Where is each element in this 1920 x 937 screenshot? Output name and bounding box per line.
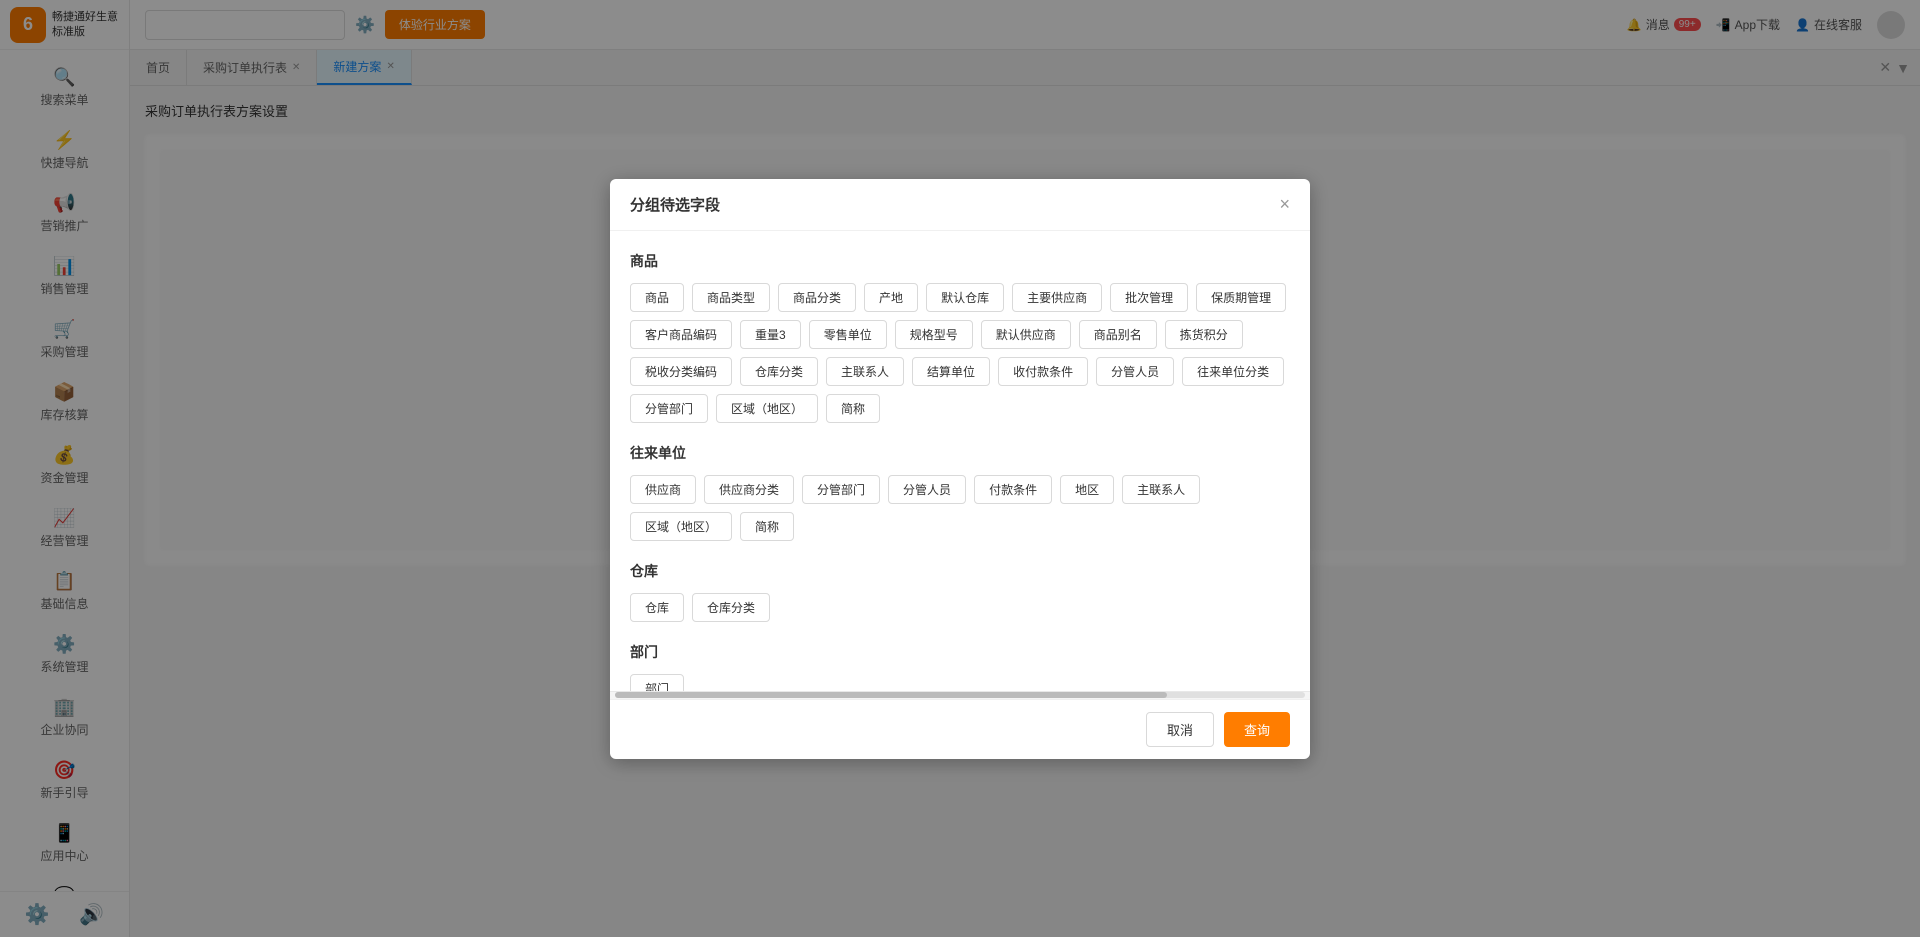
field-tag-product[interactable]: 商品 (630, 283, 684, 312)
field-tag-pick-points[interactable]: 拣货积分 (1165, 320, 1243, 349)
field-tag-default-warehouse[interactable]: 默认仓库 (926, 283, 1004, 312)
field-tag-product-alias[interactable]: 商品别名 (1079, 320, 1157, 349)
field-group-partner: 往来单位 供应商 供应商分类 分管部门 分管人员 付款条件 地区 主联系人 区域… (630, 443, 1290, 541)
field-tag-supplier[interactable]: 供应商 (630, 475, 696, 504)
field-tag-manage-person[interactable]: 分管人员 (888, 475, 966, 504)
modal-overlay: 分组待选字段 × 商品 商品 商品类型 商品分类 产地 默认仓库 主要供应商 批… (0, 0, 1920, 937)
field-tag-product-type[interactable]: 商品类型 (692, 283, 770, 312)
confirm-button[interactable]: 查询 (1224, 712, 1290, 747)
group-title-partner: 往来单位 (630, 443, 1290, 463)
field-tag-default-supplier[interactable]: 默认供应商 (981, 320, 1071, 349)
cancel-button[interactable]: 取消 (1146, 712, 1214, 747)
field-tag-tax-code[interactable]: 税收分类编码 (630, 357, 732, 386)
field-tag-customer-code[interactable]: 客户商品编码 (630, 320, 732, 349)
group-title-department: 部门 (630, 642, 1290, 662)
field-tag-region-partner[interactable]: 区域（地区） (630, 512, 732, 541)
field-tag-settlement-unit[interactable]: 结算单位 (912, 357, 990, 386)
field-tag-department[interactable]: 部门 (630, 674, 684, 691)
field-tag-abbr[interactable]: 简称 (826, 394, 880, 423)
partner-field-tags: 供应商 供应商分类 分管部门 分管人员 付款条件 地区 主联系人 区域（地区） … (630, 475, 1290, 541)
field-tag-retail-unit[interactable]: 零售单位 (809, 320, 887, 349)
field-tag-region[interactable]: 区域（地区） (716, 394, 818, 423)
field-tag-manage-dept[interactable]: 分管部门 (802, 475, 880, 504)
modal-horizontal-scrollbar[interactable] (610, 691, 1310, 699)
field-tag-warehouse-category[interactable]: 仓库分类 (740, 357, 818, 386)
field-tag-main-contact[interactable]: 主联系人 (826, 357, 904, 386)
field-group-department: 部门 部门 (630, 642, 1290, 691)
field-tag-shelf-life[interactable]: 保质期管理 (1196, 283, 1286, 312)
modal-header: 分组待选字段 × (610, 179, 1310, 231)
warehouse-field-tags: 仓库 仓库分类 (630, 593, 1290, 622)
field-tag-partner-category[interactable]: 往来单位分类 (1182, 357, 1284, 386)
field-tag-area[interactable]: 地区 (1060, 475, 1114, 504)
field-tag-pay-terms[interactable]: 付款条件 (974, 475, 1052, 504)
scrollbar-thumb (615, 692, 1167, 698)
field-tag-batch-mgmt[interactable]: 批次管理 (1110, 283, 1188, 312)
field-tag-payment-terms[interactable]: 收付款条件 (998, 357, 1088, 386)
field-tag-product-category[interactable]: 商品分类 (778, 283, 856, 312)
field-tag-main-contact-partner[interactable]: 主联系人 (1122, 475, 1200, 504)
group-title-warehouse: 仓库 (630, 561, 1290, 581)
field-tag-dept[interactable]: 分管部门 (630, 394, 708, 423)
field-group-warehouse: 仓库 仓库 仓库分类 (630, 561, 1290, 622)
modal-title: 分组待选字段 (630, 194, 720, 215)
field-select-modal: 分组待选字段 × 商品 商品 商品类型 商品分类 产地 默认仓库 主要供应商 批… (610, 179, 1310, 759)
field-tag-manager[interactable]: 分管人员 (1096, 357, 1174, 386)
department-field-tags: 部门 (630, 674, 1290, 691)
field-tag-origin[interactable]: 产地 (864, 283, 918, 312)
field-tag-spec-model[interactable]: 规格型号 (895, 320, 973, 349)
field-tag-warehouse-type[interactable]: 仓库分类 (692, 593, 770, 622)
field-tag-weight3[interactable]: 重量3 (740, 320, 801, 349)
field-tag-abbr-partner[interactable]: 简称 (740, 512, 794, 541)
field-tag-warehouse[interactable]: 仓库 (630, 593, 684, 622)
field-group-product: 商品 商品 商品类型 商品分类 产地 默认仓库 主要供应商 批次管理 保质期管理… (630, 251, 1290, 423)
field-tag-supplier-category[interactable]: 供应商分类 (704, 475, 794, 504)
modal-footer: 取消 查询 (610, 699, 1310, 759)
scrollbar-track (615, 692, 1305, 698)
field-tag-main-supplier[interactable]: 主要供应商 (1012, 283, 1102, 312)
modal-body[interactable]: 商品 商品 商品类型 商品分类 产地 默认仓库 主要供应商 批次管理 保质期管理… (610, 231, 1310, 691)
group-title-product: 商品 (630, 251, 1290, 271)
modal-close-button[interactable]: × (1279, 194, 1290, 215)
product-field-tags: 商品 商品类型 商品分类 产地 默认仓库 主要供应商 批次管理 保质期管理 客户… (630, 283, 1290, 423)
